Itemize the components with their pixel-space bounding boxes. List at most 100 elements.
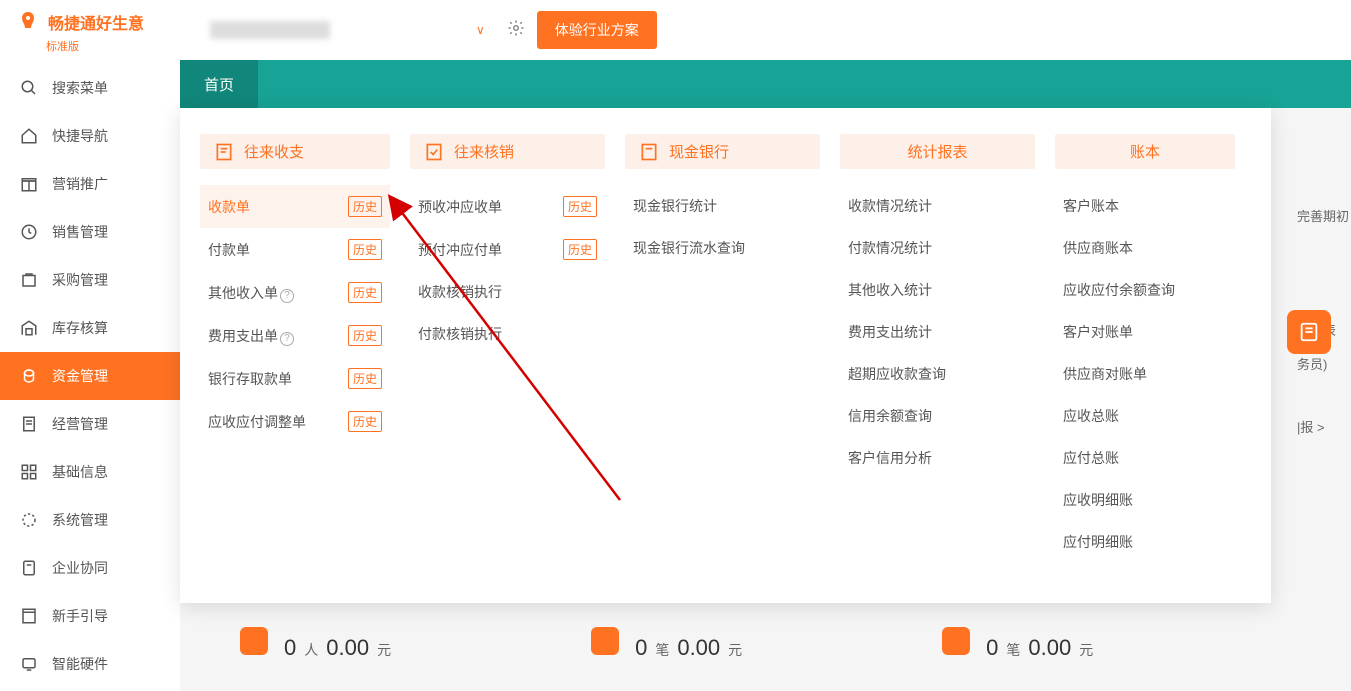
mega-menu-item[interactable]: 供应商对账单 [1055,353,1235,395]
float-action-button[interactable] [1287,310,1331,354]
history-tag[interactable]: 历史 [348,196,382,217]
help-icon[interactable]: ? [280,332,294,346]
sidebar-item-marketing[interactable]: 营销推广 [0,160,180,208]
mega-menu-item[interactable]: 应付明细账 [1055,521,1235,563]
mega-menu-item[interactable]: 应收明细账 [1055,479,1235,521]
mega-menu-item[interactable]: 超期应收款查询 [840,353,1035,395]
history-tag[interactable]: 历史 [348,411,382,432]
stat-amount: 0.00 [326,635,369,661]
mega-menu-item[interactable]: 付款单历史 [200,228,390,271]
mega-menu-item[interactable]: 现金银行统计 [625,185,820,227]
mega-item-label: 预收冲应收单 [418,197,502,217]
mega-menu-item[interactable]: 现金银行流水查询 [625,227,820,269]
sidebar-item-basic[interactable]: 基础信息 [0,448,180,496]
sales-icon [20,223,38,241]
mega-column-report: 统计报表 收款情况统计付款情况统计其他收入统计费用支出统计超期应收款查询信用余额… [830,134,1045,563]
logo-title: 畅捷通好生意 [48,10,144,34]
mega-menu-item[interactable]: 客户账本 [1055,185,1235,227]
sidebar-item-business[interactable]: 经营管理 [0,400,180,448]
mega-menu-item[interactable]: 付款核销执行 [410,313,605,355]
mega-menu-panel: 往来收支 收款单历史付款单历史其他收入单?历史费用支出单?历史银行存取款单历史应… [180,108,1271,603]
mega-menu-item[interactable]: 收款核销执行 [410,271,605,313]
history-tag[interactable]: 历史 [348,368,382,389]
mega-menu-item[interactable]: 应收总账 [1055,395,1235,437]
company-selector[interactable]: ∨ [200,17,495,43]
mega-menu-item[interactable]: 预收冲应收单 历史 [410,185,605,228]
mega-menu-item[interactable]: 预付冲应付单 历史 [410,228,605,271]
mega-menu-item[interactable]: 付款情况统计 [840,227,1035,269]
mega-item-label: 应收应付调整单 [208,412,306,432]
mega-header: 往来收支 [200,134,390,169]
stat-block: 0笔 0.00元 [942,627,1093,661]
mega-menu-item[interactable]: 应收应付调整单 历史 [200,400,390,443]
mega-menu-item[interactable]: 其他收入单? 历史 [200,271,390,314]
help-icon[interactable]: ? [280,289,294,303]
stat-count: 0 [635,635,647,661]
mega-menu-item[interactable]: 费用支出统计 [840,311,1035,353]
stat-count: 0 [284,635,296,661]
sidebar-item-system[interactable]: 系统管理 [0,496,180,544]
mega-header: 账本 [1055,134,1235,169]
sidebar-item-funds[interactable]: 资金管理 [0,352,180,400]
sidebar-item-label: 采购管理 [52,270,108,290]
mega-menu-item[interactable]: 银行存取款单历史 [200,357,390,400]
sidebar-item-label: 快捷导航 [52,126,108,146]
money-icon [20,367,38,385]
mega-item-label: 供应商对账单 [1063,364,1147,384]
mega-item-label: 其他收入单? [208,283,294,303]
topbar: ∨ 体验行业方案 [180,0,1351,60]
try-industry-button[interactable]: 体验行业方案 [537,11,657,49]
mega-column-ledger: 账本 客户账本供应商账本应收应付余额查询客户对账单供应商对账单应收总账应付总账应… [1045,134,1245,563]
mega-item-label: 客户对账单 [1063,322,1133,342]
sidebar-item-collab[interactable]: 企业协同 [0,544,180,592]
sidebar-item-label: 营销推广 [52,174,108,194]
mega-menu-item[interactable]: 客户对账单 [1055,311,1235,353]
sidebar-item-purchase[interactable]: 采购管理 [0,256,180,304]
mega-menu-item[interactable]: 费用支出单?历史 [200,314,390,357]
logo-subtitle: 标准版 [30,38,180,64]
mega-item-label: 预付冲应付单 [418,240,502,260]
sidebar-item-label: 基础信息 [52,462,108,482]
sidebar-item-search[interactable]: 搜索菜单 [0,64,180,112]
sidebar-item-quicknav[interactable]: 快捷导航 [0,112,180,160]
logo: 畅捷通好生意 [0,0,180,40]
history-tag[interactable]: 历史 [348,282,382,303]
mega-menu-item[interactable]: 收款单历史 [200,185,390,228]
sidebar-item-inventory[interactable]: 库存核算 [0,304,180,352]
mega-item-label: 信用余额查询 [848,406,932,426]
gear-icon[interactable] [507,19,525,42]
sidebar-item-label: 销售管理 [52,222,108,242]
tab-home[interactable]: 首页 [180,60,258,108]
mega-menu-item[interactable]: 客户信用分析 [840,437,1035,479]
mega-menu-item[interactable]: 其他收入统计 [840,269,1035,311]
grid-icon [20,463,38,481]
history-tag[interactable]: 历史 [563,239,597,260]
mega-item-label: 应付总账 [1063,448,1119,468]
receipt-icon [214,142,234,162]
sidebar-item-label: 经营管理 [52,414,108,434]
mega-menu-item[interactable]: 应付总账 [1055,437,1235,479]
history-tag[interactable]: 历史 [563,196,597,217]
mega-item-label: 收款情况统计 [848,196,932,216]
mega-column-bank: 现金银行 现金银行统计现金银行流水查询 [615,134,830,563]
mega-menu-item[interactable]: 应收应付余额查询 [1055,269,1235,311]
history-tag[interactable]: 历史 [348,325,382,346]
sidebar-item-label: 资金管理 [52,366,108,386]
sidebar-item-guide[interactable]: 新手引导 [0,592,180,640]
sidebar-item-label: 智能硬件 [52,654,108,674]
sidebar: 畅捷通好生意 标准版 搜索菜单 快捷导航 营销推广 销售管理 采购管理 库存核算 [0,0,180,691]
gift-icon [20,175,38,193]
sidebar-item-hardware[interactable]: 智能硬件 [0,640,180,688]
sidebar-item-sales[interactable]: 销售管理 [0,208,180,256]
mega-item-label: 客户账本 [1063,196,1119,216]
mega-item-label: 超期应收款查询 [848,364,946,384]
history-tag[interactable]: 历史 [348,239,382,260]
mega-menu-item[interactable]: 供应商账本 [1055,227,1235,269]
mega-menu-item[interactable]: 收款情况统计 [840,185,1035,227]
device-icon [20,655,38,673]
stats-row: 0人 0.00元 0笔 0.00元 0笔 0.00元 [200,627,1351,661]
mega-menu-item[interactable]: 信用余额查询 [840,395,1035,437]
sidebar-item-label: 企业协同 [52,558,108,578]
cart-icon [20,271,38,289]
logo-icon [16,10,40,34]
